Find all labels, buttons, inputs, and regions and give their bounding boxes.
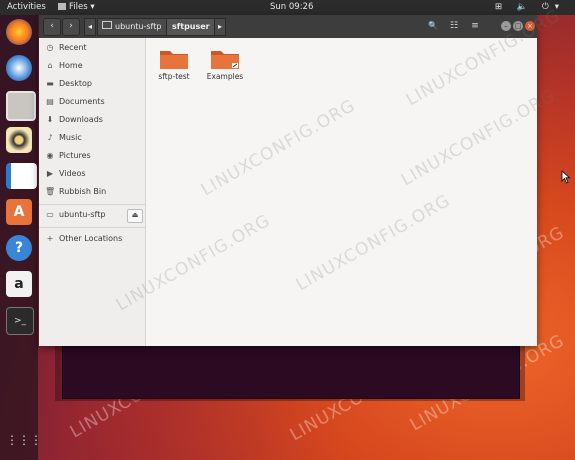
sidebar-item-label: Recent (59, 43, 87, 52)
drive-icon (102, 21, 112, 29)
symlink-folder-icon (211, 51, 239, 69)
network-drive-icon: ▭ (46, 210, 54, 219)
folder-label: Examples (206, 72, 244, 81)
help-icon[interactable]: ? (6, 235, 32, 261)
watermark: LINUXCONFIG.ORG (197, 95, 360, 201)
home-icon: ⌂ (47, 61, 53, 70)
folder-item[interactable]: Examples (201, 48, 249, 81)
app-menu-label: Files ▾ (69, 2, 95, 12)
rhythmbox-icon[interactable] (6, 127, 32, 153)
terminal-window[interactable] (62, 345, 520, 399)
sidebar-item-label: Documents (59, 97, 105, 106)
writer-icon[interactable] (6, 163, 37, 189)
sidebar-item-downloads[interactable]: ⬇ Downloads (45, 113, 141, 127)
breadcrumb-scroll-left[interactable]: ◂ (84, 18, 97, 36)
thunderbird-icon[interactable] (6, 55, 32, 81)
sidebar-item-desktop[interactable]: ▬ Desktop (45, 77, 141, 91)
files-app-icon (58, 3, 66, 10)
sidebar-item-label: Videos (59, 169, 86, 178)
sidebar-item-recent[interactable]: ◷ Recent (45, 41, 141, 55)
clock-icon: ◷ (46, 43, 54, 52)
breadcrumb-sftpuser[interactable]: sftpuser (166, 18, 216, 36)
sidebar-separator (39, 227, 145, 228)
sidebar-item-label: Music (59, 133, 82, 142)
activities-button[interactable]: Activities (7, 2, 46, 12)
sidebar-separator (39, 204, 145, 205)
terminal-icon[interactable]: >_ (6, 307, 34, 335)
sidebar-item-label: Desktop (59, 79, 92, 88)
folder-item[interactable]: sftp-test (150, 48, 198, 81)
dock: A ? a >_ ⋮⋮⋮ (0, 15, 42, 460)
video-icon: ▶ (46, 169, 54, 178)
plus-icon: + (46, 234, 54, 243)
clock[interactable]: Sun 09:26 (270, 2, 313, 12)
breadcrumb-ubuntu-sftp[interactable]: ubuntu-sftp (97, 18, 168, 36)
sidebar-item-home[interactable]: ⌂ Home (45, 59, 141, 73)
view-options-button[interactable]: ☷ (445, 18, 463, 34)
forward-button[interactable]: › (62, 18, 80, 36)
sidebar-item-label: Downloads (59, 115, 103, 124)
watermark: LINUXCONFIG.ORG (292, 190, 455, 296)
sidebar-item-other-locations[interactable]: + Other Locations (45, 232, 141, 246)
app-menu-files[interactable]: Files ▾ (58, 2, 95, 12)
file-view[interactable]: sftp-test Examples LINUXCONFIG.ORG LINUX… (113, 6, 564, 346)
menu-button[interactable]: ≡ (466, 18, 484, 34)
folder-label: sftp-test (158, 72, 190, 81)
sidebar-item-label: Home (59, 61, 83, 70)
sidebar-item-documents[interactable]: ▤ Documents (45, 95, 141, 109)
breadcrumb-label: ubuntu-sftp (115, 22, 162, 31)
breadcrumb-scroll-right[interactable]: ▸ (214, 18, 227, 36)
header-bar: ‹ › ◂ ubuntu-sftp sftpuser ▸ 🔍 ☷ ≡ – □ × (39, 15, 537, 38)
minimize-button[interactable]: – (501, 21, 511, 31)
music-icon: ♪ (47, 133, 53, 142)
sidebar-item-rubbish-bin[interactable]: 🗑 Rubbish Bin (45, 185, 141, 199)
download-icon: ⬇ (46, 115, 54, 124)
back-button[interactable]: ‹ (43, 18, 61, 36)
sidebar-item-label: Pictures (59, 151, 91, 160)
sidebar-item-videos[interactable]: ▶ Videos (45, 167, 141, 181)
top-bar: Activities Files ▾ Sun 09:26 ⊞ 🔈 ⏻▾ (0, 0, 575, 15)
sidebar-item-music[interactable]: ♪ Music (45, 131, 141, 145)
sidebar-item-label: Other Locations (59, 234, 123, 243)
files-icon[interactable] (6, 91, 36, 121)
show-applications-icon[interactable]: ⋮⋮⋮ (6, 427, 42, 453)
firefox-icon[interactable] (6, 19, 32, 45)
files-window: ‹ › ◂ ubuntu-sftp sftpuser ▸ 🔍 ☷ ≡ – □ ×… (39, 6, 564, 346)
mouse-cursor (561, 170, 571, 184)
sidebar-item-pictures[interactable]: ◉ Pictures (45, 149, 141, 163)
amazon-icon[interactable]: a (6, 271, 32, 297)
eject-button[interactable]: ⏏ (127, 209, 143, 223)
trash-icon: 🗑 (45, 187, 56, 196)
search-button[interactable]: 🔍 (424, 18, 442, 34)
folder-icon (160, 51, 188, 69)
software-center-icon[interactable]: A (6, 199, 32, 225)
sidebar-item-label: ubuntu-sftp (59, 210, 106, 219)
desktop-icon: ▬ (46, 79, 54, 88)
sidebar-item-label: Rubbish Bin (59, 187, 107, 196)
camera-icon: ◉ (46, 151, 54, 160)
document-icon: ▤ (46, 97, 54, 106)
